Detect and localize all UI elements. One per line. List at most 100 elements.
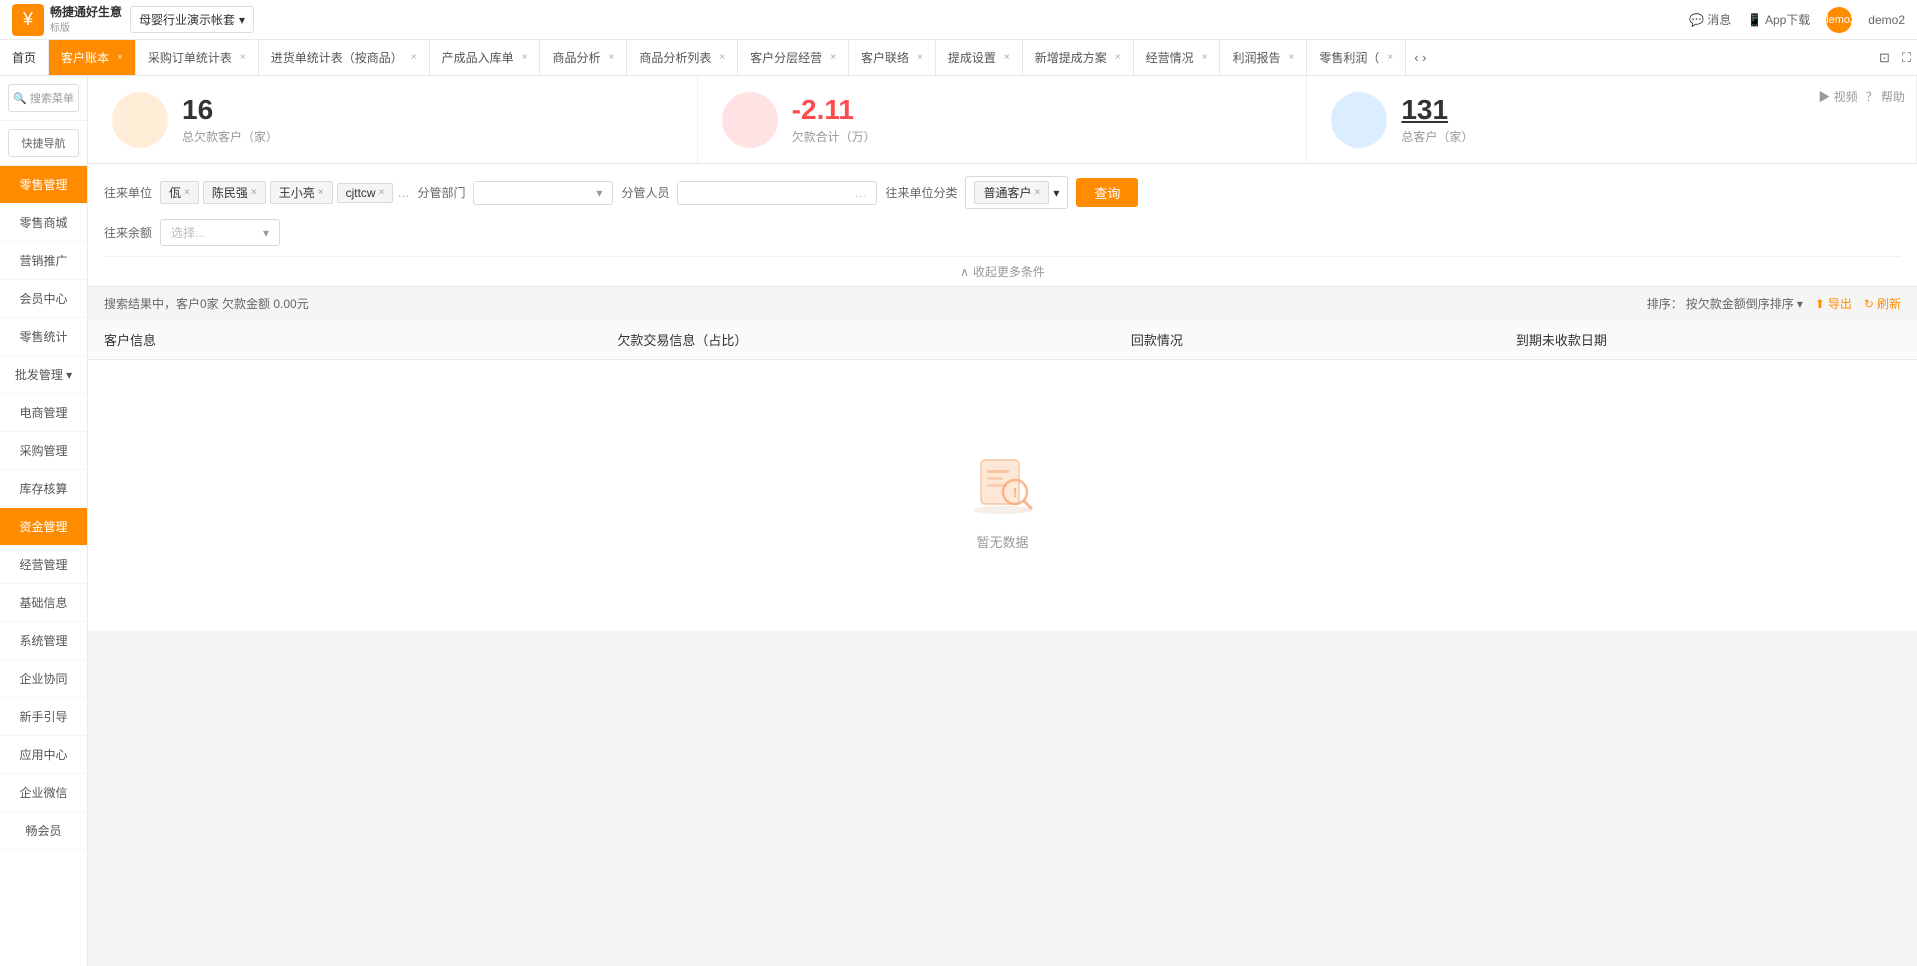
unit-tags-more[interactable]: … <box>397 186 409 200</box>
refresh-btn[interactable]: ↻ 刷新 <box>1864 295 1901 312</box>
tab-instock-stats-close[interactable]: × <box>411 52 417 63</box>
tab-business-status[interactable]: 经营情况 × <box>1134 40 1221 76</box>
export-btn[interactable]: ⬆ 导出 <box>1815 295 1852 312</box>
unit-tag-1-close[interactable]: × <box>184 187 190 198</box>
sidebar-item-retail-mgmt[interactable]: 零售管理 <box>0 166 87 204</box>
sidebar-item-wholesale-mgmt[interactable]: 批发管理 ▾ <box>0 356 87 394</box>
sidebar-item-ecommerce-mgmt[interactable]: 电商管理 <box>0 394 87 432</box>
tab-retail-profit[interactable]: 零售利润（ × <box>1307 40 1406 76</box>
tab-customer-book-close[interactable]: × <box>117 52 123 63</box>
tab-new-raise-plan[interactable]: 新增提成方案 × <box>1023 40 1134 76</box>
sidebar-item-capital-mgmt[interactable]: 资金管理 <box>0 508 87 546</box>
sidebar-item-retail-stats[interactable]: 零售统计 <box>0 318 87 356</box>
unit-tag-4-close[interactable]: × <box>379 187 385 198</box>
sidebar-item-sys-mgmt[interactable]: 系统管理 <box>0 622 87 660</box>
store-selector[interactable]: 母婴行业演示帐套 ▾ <box>130 6 254 33</box>
sidebar-item-member-center[interactable]: 会员中心 <box>0 280 87 318</box>
sidebar-item-sys-mgmt-label: 系统管理 <box>19 634 67 648</box>
col-header-customer-info: 客户信息 <box>104 330 617 349</box>
search-menu-btn[interactable]: 🔍 搜索菜单 <box>8 84 79 112</box>
tab-customer-segment-close[interactable]: × <box>830 52 836 63</box>
top-bar: ¥ 畅捷通好生意 标版 母婴行业演示帐套 ▾ 💬 消息 📱 App下载 demo… <box>0 0 1917 40</box>
stat-label-1: 总欠款客户（家） <box>182 128 278 145</box>
tab-raise-settings[interactable]: 提成设置 × <box>936 40 1023 76</box>
unit-tag-2-text: 陈民强 <box>212 184 248 201</box>
tab-production-instock-close[interactable]: × <box>522 52 528 63</box>
tab-customer-contact[interactable]: 客户联络 × <box>849 40 936 76</box>
sidebar-item-new-guide[interactable]: 新手引导 <box>0 698 87 736</box>
sort-arrow-icon: ▾ <box>1797 297 1803 311</box>
tab-instock-stats[interactable]: 进货单统计表（按商品） × <box>259 40 430 76</box>
sidebar-item-vip-member[interactable]: 畅会员 <box>0 812 87 850</box>
stat-label-2: 欠款合计（万） <box>792 128 876 145</box>
sort-select[interactable]: 排序： 按欠款金额倒序排序 ▾ <box>1647 295 1803 312</box>
sidebar-item-operation-mgmt[interactable]: 经营管理 <box>0 546 87 584</box>
dept-select-arrow: ▾ <box>596 186 602 200</box>
tab-customer-contact-close[interactable]: × <box>917 52 923 63</box>
unit-tag-2-close[interactable]: × <box>251 187 257 198</box>
empty-text: 暂无数据 <box>976 532 1028 551</box>
tab-retail-profit-close[interactable]: × <box>1387 52 1393 63</box>
tab-fullscreen-btn[interactable]: ⛶ <box>1896 50 1917 66</box>
search-button[interactable]: 查询 <box>1076 178 1138 207</box>
unit-type-select[interactable]: 普通客户 × ▾ <box>965 176 1068 209</box>
sidebar-item-wholesale-mgmt-label: 批发管理 ▾ <box>15 368 72 382</box>
sidebar-item-member-center-label: 会员中心 <box>19 292 67 306</box>
svg-text:!: ! <box>1012 485 1016 500</box>
tab-goods-analysis-list[interactable]: 商品分析列表 × <box>627 40 738 76</box>
tab-customer-segment[interactable]: 客户分层经营 × <box>738 40 849 76</box>
tab-goods-analysis[interactable]: 商品分析 × <box>540 40 627 76</box>
top-bar-left: ¥ 畅捷通好生意 标版 母婴行业演示帐套 ▾ <box>12 4 254 36</box>
quick-nav-btn[interactable]: 快捷导航 <box>8 129 79 157</box>
tab-raise-settings-close[interactable]: × <box>1004 52 1010 63</box>
tab-business-status-close[interactable]: × <box>1202 52 1208 63</box>
tab-instock-stats-label: 进货单统计表（按商品） <box>271 49 403 66</box>
unit-type-select-arrow: ▾ <box>1053 186 1059 200</box>
tab-business-status-label: 经营情况 <box>1146 49 1194 66</box>
tab-home[interactable]: 首页 <box>0 40 49 76</box>
sidebar-item-basic-info-label: 基础信息 <box>19 596 67 610</box>
tab-purchase-order-close[interactable]: × <box>240 52 246 63</box>
help-btn[interactable]: ？ 帮助 <box>1866 88 1905 105</box>
balance-select[interactable]: 选择... ▾ <box>160 219 280 246</box>
tab-purchase-order[interactable]: 采购订单统计表 × <box>136 40 259 76</box>
sidebar-item-inventory[interactable]: 库存核算 <box>0 470 87 508</box>
store-name: 母婴行业演示帐套 <box>139 11 235 28</box>
sidebar-item-retail-mall[interactable]: 零售商城 <box>0 204 87 242</box>
message-btn[interactable]: 💬 消息 <box>1689 11 1731 28</box>
sidebar-item-marketing-label: 营销推广 <box>19 254 67 268</box>
person-input[interactable]: … <box>677 181 877 205</box>
nav-tabs-more[interactable]: ‹ › <box>1406 50 1434 65</box>
unit-tag-3-text: 王小亮 <box>279 184 315 201</box>
sidebar-item-enterprise-wechat[interactable]: 企业微信 <box>0 774 87 812</box>
search-icon: 🔍 <box>13 92 27 105</box>
unit-tag-3-close[interactable]: × <box>318 187 324 198</box>
tab-production-instock[interactable]: 产成品入库单 × <box>430 40 541 76</box>
sidebar-item-purchase-mgmt[interactable]: 采购管理 <box>0 432 87 470</box>
tab-profit-report[interactable]: 利润报告 × <box>1220 40 1307 76</box>
tab-goods-analysis-close[interactable]: × <box>608 52 614 63</box>
sort-label: 排序： <box>1647 295 1683 312</box>
sidebar-item-app-center[interactable]: 应用中心 <box>0 736 87 774</box>
tab-goods-analysis-list-close[interactable]: × <box>719 52 725 63</box>
sidebar-item-basic-info[interactable]: 基础信息 <box>0 584 87 622</box>
unit-type-filter-label: 往来单位分类 <box>885 184 957 201</box>
stat-value-3: 131 <box>1401 94 1473 126</box>
main-layout: 🔍 搜索菜单 快捷导航 零售管理 零售商城 营销推广 会员中心 零售统计 批发管… <box>0 76 1917 966</box>
tab-customer-book[interactable]: 客户账本 × <box>49 40 136 76</box>
app-download-label: App下载 <box>1765 13 1810 27</box>
video-help-btn[interactable]: ▶ 视频 <box>1818 88 1857 105</box>
sidebar-item-marketing[interactable]: 营销推广 <box>0 242 87 280</box>
dept-select[interactable]: ▾ <box>473 181 613 205</box>
tab-restore-btn[interactable]: ⊡ <box>1873 50 1896 66</box>
logo-icon: ¥ <box>12 4 44 36</box>
user-avatar[interactable]: demo2 <box>1826 7 1852 33</box>
tab-new-raise-plan-close[interactable]: × <box>1115 52 1121 63</box>
tab-profit-report-close[interactable]: × <box>1288 52 1294 63</box>
unit-type-tag-close[interactable]: × <box>1035 187 1041 198</box>
unit-tags-container: 佤 × 陈民强 × 王小亮 × cjttcw × … <box>160 181 409 204</box>
balance-select-placeholder: 选择... <box>171 224 205 241</box>
collapse-btn[interactable]: ∧ 收起更多条件 <box>104 256 1901 286</box>
sidebar-item-enterprise-collab[interactable]: 企业协同 <box>0 660 87 698</box>
app-download-btn[interactable]: 📱 App下载 <box>1747 11 1810 28</box>
